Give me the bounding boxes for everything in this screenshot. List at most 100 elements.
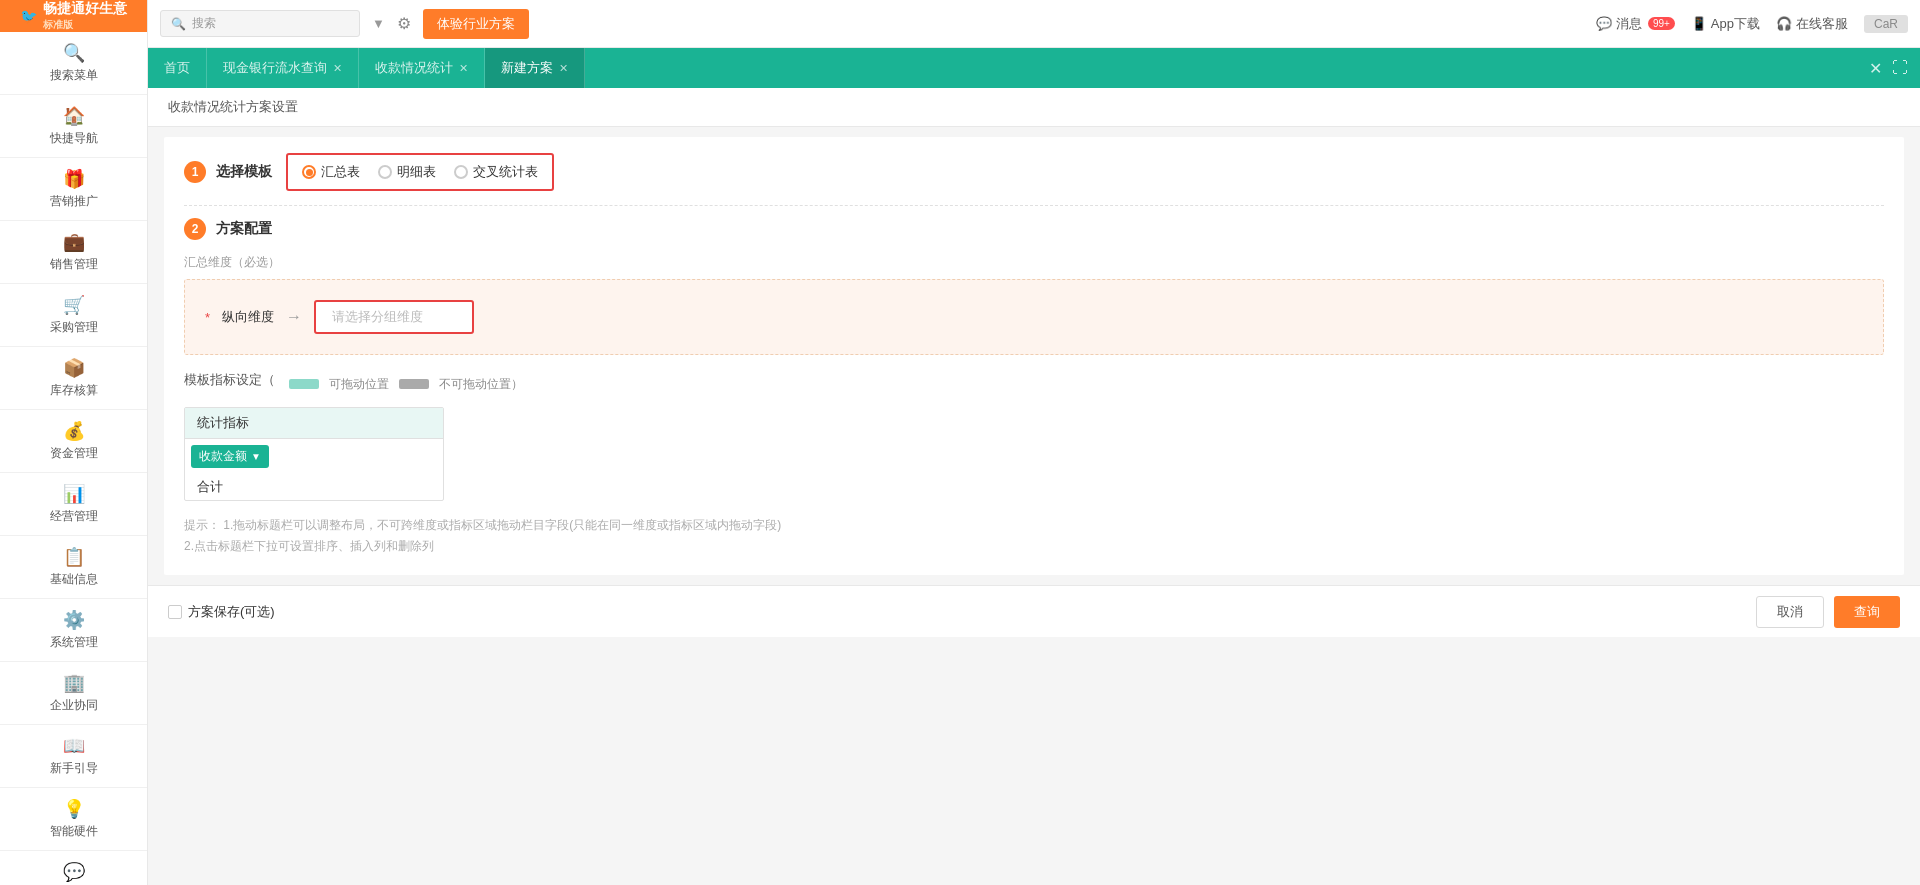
sidebar-label-inventory: 库存核算 xyxy=(50,382,98,399)
sidebar-label-purchase: 采购管理 xyxy=(50,319,98,336)
sidebar-label-business: 经营管理 xyxy=(50,508,98,525)
bottom-buttons: 取消 查询 xyxy=(1756,596,1900,628)
window-maximize-icon[interactable]: ⛶ xyxy=(1892,59,1908,77)
cancel-button[interactable]: 取消 xyxy=(1756,596,1824,628)
drag-legend: 可拖动位置 不可拖动位置） xyxy=(289,376,523,393)
service-btn[interactable]: 🎧 在线客服 xyxy=(1776,15,1848,33)
dropdown-arrow[interactable]: ▼ xyxy=(372,16,385,31)
metric-tag-label: 收款金额 xyxy=(199,448,247,465)
download-btn[interactable]: 📱 App下载 xyxy=(1691,15,1760,33)
sidebar-item-hardware[interactable]: 💡 智能硬件 xyxy=(0,788,147,851)
sidebar-item-purchase[interactable]: 🛒 采购管理 xyxy=(0,284,147,347)
sidebar-label-system: 系统管理 xyxy=(50,634,98,651)
query-button[interactable]: 查询 xyxy=(1834,596,1900,628)
sidebar-item-base[interactable]: 📋 基础信息 xyxy=(0,536,147,599)
radio-cross[interactable]: 交叉统计表 xyxy=(454,163,538,181)
header-right: 💬 消息 99+ 📱 App下载 🎧 在线客服 CaR xyxy=(1596,15,1908,33)
sidebar-item-collab[interactable]: 🏢 企业协同 xyxy=(0,662,147,725)
sidebar-item-search[interactable]: 🔍 搜索菜单 xyxy=(0,32,147,95)
metrics-box-header: 统计指标 xyxy=(185,408,443,439)
dim-arrow-icon: → xyxy=(286,308,302,326)
required-mark: * xyxy=(205,310,210,325)
window-close-icon[interactable]: ✕ xyxy=(1869,59,1882,78)
step2-row: 2 方案配置 xyxy=(184,218,1884,240)
bottom-bar: 方案保存(可选) 取消 查询 xyxy=(148,585,1920,637)
sidebar-item-guide[interactable]: 📖 新手引导 xyxy=(0,725,147,788)
main-section: 1 选择模板 汇总表 明细表 交叉统计表 xyxy=(164,137,1904,575)
tab-home[interactable]: 首页 xyxy=(148,48,207,88)
download-icon: 📱 xyxy=(1691,16,1707,31)
box-icon: 📦 xyxy=(63,357,85,379)
sidebar-item-wechat[interactable]: 💬 企业微信 xyxy=(0,851,147,885)
sidebar-label-sales: 销售管理 xyxy=(50,256,98,273)
radio-detail[interactable]: 明细表 xyxy=(378,163,436,181)
non-draggable-indicator xyxy=(399,379,429,389)
vertical-dim-label: 纵向维度 xyxy=(222,308,274,326)
service-label: 在线客服 xyxy=(1796,15,1848,33)
sidebar-item-finance[interactable]: 💰 资金管理 xyxy=(0,410,147,473)
save-checkbox[interactable] xyxy=(168,605,182,619)
gear-icon: ⚙️ xyxy=(63,609,85,631)
tab-collection-close[interactable]: ✕ xyxy=(459,62,468,75)
non-draggable-label: 不可拖动位置） xyxy=(439,376,523,393)
sidebar-item-system[interactable]: ⚙️ 系统管理 xyxy=(0,599,147,662)
page-content: 收款情况统计方案设置 1 选择模板 汇总表 明细表 xyxy=(148,88,1920,885)
radio-circle-cross xyxy=(454,165,468,179)
tag-chevron-icon: ▼ xyxy=(251,451,261,462)
tips-section: 提示： 1.拖动标题栏可以调整布局，不可跨维度或指标区域拖动栏目字段(只能在同一… xyxy=(184,517,1884,555)
dimension-title-text: 汇总维度（必选） xyxy=(184,255,280,269)
download-label: App下载 xyxy=(1711,15,1760,33)
search-bar[interactable]: 🔍 搜索 xyxy=(160,10,360,37)
message-icon: 💬 xyxy=(1596,16,1612,31)
tab-newplan[interactable]: 新建方案 ✕ xyxy=(485,48,585,88)
sales-icon: 💼 xyxy=(63,231,85,253)
sidebar-item-quicknav[interactable]: 🏠 快捷导航 xyxy=(0,95,147,158)
gift-icon: 🎁 xyxy=(63,168,85,190)
user-avatar[interactable]: CaR xyxy=(1864,15,1908,33)
tab-cashflow-close[interactable]: ✕ xyxy=(333,62,342,75)
sidebar-label-marketing: 营销推广 xyxy=(50,193,98,210)
step2-label: 方案配置 xyxy=(216,220,272,238)
metrics-category-label: 统计指标 xyxy=(197,415,249,430)
sidebar-item-inventory[interactable]: 📦 库存核算 xyxy=(0,347,147,410)
step-divider xyxy=(184,205,1884,206)
template-selector: 汇总表 明细表 交叉统计表 xyxy=(286,153,554,191)
sidebar-label-hardware: 智能硬件 xyxy=(50,823,98,840)
settings-icon[interactable]: ⚙ xyxy=(397,14,411,33)
tab-newplan-close[interactable]: ✕ xyxy=(559,62,568,75)
messages-btn[interactable]: 💬 消息 99+ xyxy=(1596,15,1675,33)
service-icon: 🎧 xyxy=(1776,16,1792,31)
tab-home-label: 首页 xyxy=(164,59,190,77)
vertical-dim-row: * 纵向维度 → 请选择分组维度 xyxy=(205,300,1863,334)
guide-icon: 📖 xyxy=(63,735,85,757)
step1-row: 1 选择模板 汇总表 明细表 交叉统计表 xyxy=(184,153,1884,191)
sidebar-label-search: 搜索菜单 xyxy=(50,67,98,84)
radio-summary[interactable]: 汇总表 xyxy=(302,163,360,181)
sidebar-item-business[interactable]: 📊 经营管理 xyxy=(0,473,147,536)
dimension-area: * 纵向维度 → 请选择分组维度 xyxy=(184,279,1884,355)
industry-btn[interactable]: 体验行业方案 xyxy=(423,9,529,39)
save-label: 方案保存(可选) xyxy=(188,603,275,621)
tab-newplan-label: 新建方案 xyxy=(501,59,553,77)
sidebar-item-sales[interactable]: 💼 销售管理 xyxy=(0,221,147,284)
tip2: 2.点击标题栏下拉可设置排序、插入列和删除列 xyxy=(184,538,1884,555)
dim-selector[interactable]: 请选择分组维度 xyxy=(314,300,474,334)
main-area: 🔍 搜索 ▼ ⚙ 体验行业方案 💬 消息 99+ 📱 App下载 🎧 在线客服 … xyxy=(148,0,1920,885)
cart-icon: 🛒 xyxy=(63,294,85,316)
sidebar-item-marketing[interactable]: 🎁 营销推广 xyxy=(0,158,147,221)
metrics-title: 模板指标设定（ xyxy=(184,371,275,389)
save-option[interactable]: 方案保存(可选) xyxy=(168,603,275,621)
hardware-icon: 💡 xyxy=(63,798,85,820)
tab-cashflow[interactable]: 现金银行流水查询 ✕ xyxy=(207,48,359,88)
tab-collection[interactable]: 收款情况统计 ✕ xyxy=(359,48,485,88)
app-logo: 🐦 畅捷通好生意 标准版 xyxy=(0,0,147,32)
sidebar-label-collab: 企业协同 xyxy=(50,697,98,714)
metrics-box: 统计指标 收款金额 ▼ 合计 xyxy=(184,407,444,501)
sidebar-label-quicknav: 快捷导航 xyxy=(50,130,98,147)
draggable-label: 可拖动位置 xyxy=(329,376,389,393)
metric-tag-amount[interactable]: 收款金额 ▼ xyxy=(191,445,269,468)
tip1: 提示： 1.拖动标题栏可以调整布局，不可跨维度或指标区域拖动栏目字段(只能在同一… xyxy=(184,517,1884,534)
page-breadcrumb: 收款情况统计方案设置 xyxy=(148,88,1920,127)
radio-circle-summary xyxy=(302,165,316,179)
money-icon: 💰 xyxy=(63,420,85,442)
